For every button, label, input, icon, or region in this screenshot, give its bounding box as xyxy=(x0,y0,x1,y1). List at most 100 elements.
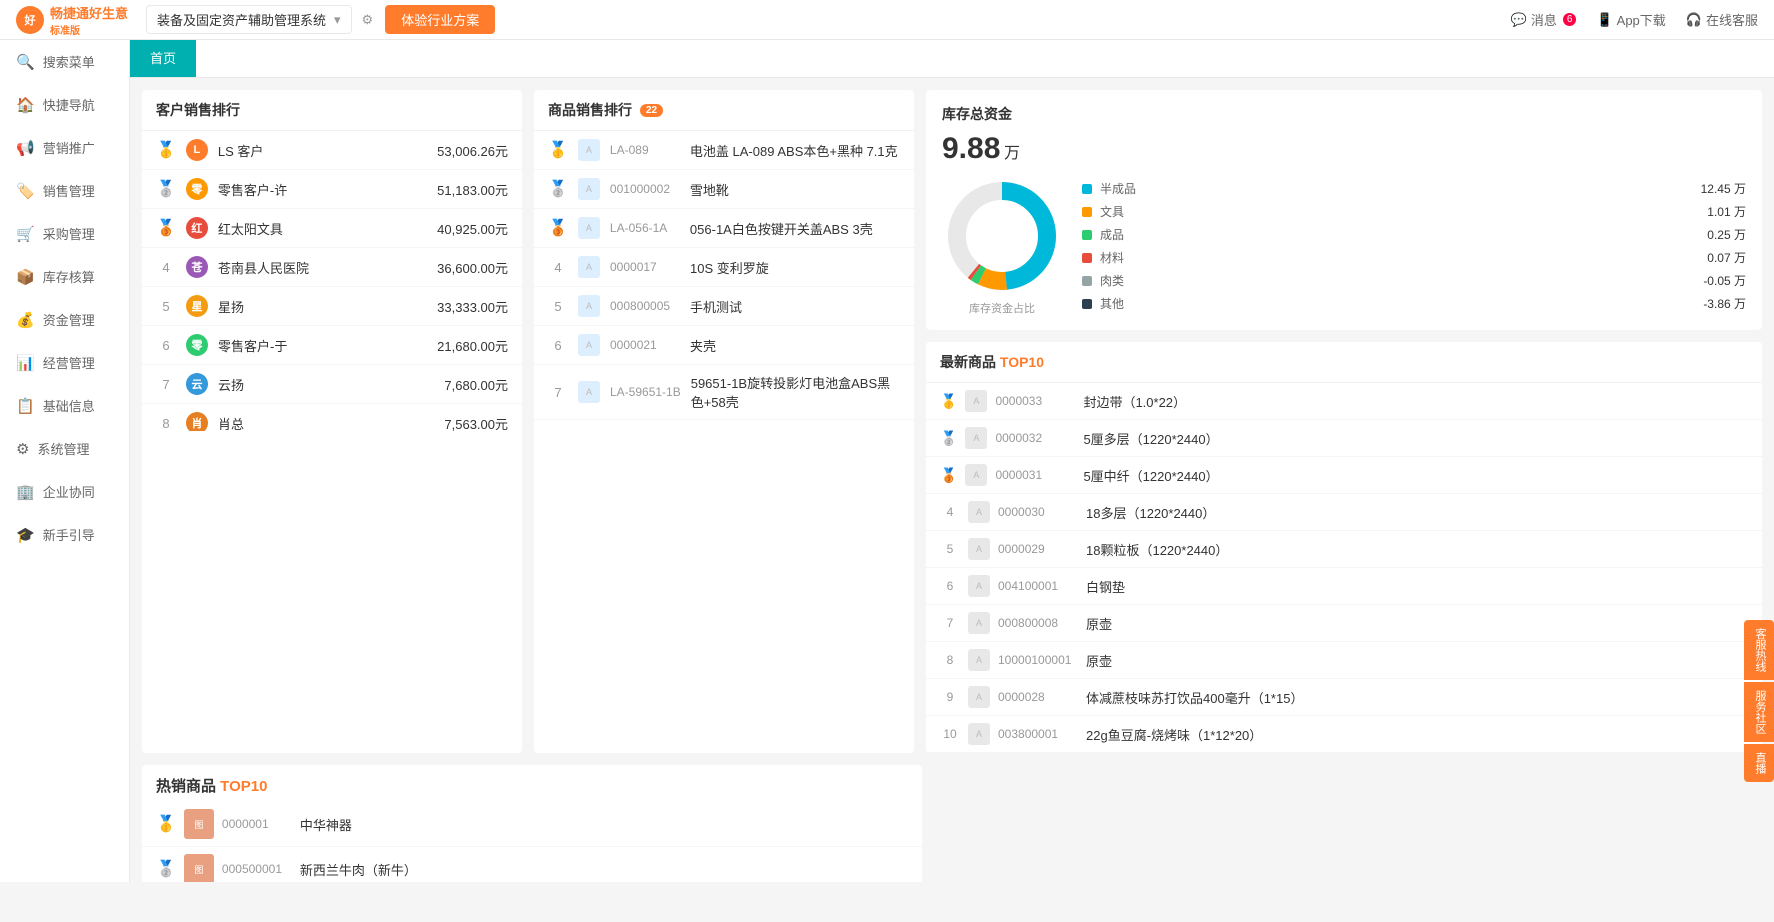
sales-rank-row: 🥈 零 零售客户-许 51,183.00元 xyxy=(142,170,522,209)
sidebar-item-guide[interactable]: 🎓 新手引导 xyxy=(0,513,129,556)
sidebar-item-inventory[interactable]: 📦 库存核算 xyxy=(0,255,129,298)
tab-home[interactable]: 首页 xyxy=(130,40,196,77)
header-right: 💬 消息 6 📱 App下载 🎧 在线客服 xyxy=(1511,10,1758,29)
sales-ranking-title: 客户销售排行 xyxy=(156,102,240,118)
legend-value: 0.25 万 xyxy=(1707,226,1746,243)
trial-button[interactable]: 体验行业方案 xyxy=(385,5,495,34)
float-btn-hotline[interactable]: 客服热线 xyxy=(1744,620,1774,680)
medal-icon: 🥈 xyxy=(940,430,957,447)
rank-number: 5 xyxy=(940,542,960,556)
product-rank-row: 🥇 A LA-089 电池盖 LA-089 ABS本色+黑种 7.1克 xyxy=(534,131,914,170)
newest-name: 原壶 xyxy=(1086,614,1748,633)
sidebar-item-nav[interactable]: 🏠 快捷导航 xyxy=(0,83,129,126)
sidebar-item-sales[interactable]: 🏷️ 销售管理 xyxy=(0,169,129,212)
legend-value: -0.05 万 xyxy=(1703,272,1746,289)
sidebar-item-base[interactable]: 📋 基础信息 xyxy=(0,384,129,427)
legend-item: 半成品 12.45 万 xyxy=(1082,180,1746,197)
legend-dot xyxy=(1082,253,1092,263)
app-download-item[interactable]: 📱 App下载 xyxy=(1596,10,1665,29)
newest-products-top: TOP10 xyxy=(1000,354,1044,370)
rank-number: 5 xyxy=(548,299,568,314)
rank-badge: 红 xyxy=(186,217,208,239)
sidebar-item-marketing[interactable]: 📢 营销推广 xyxy=(0,126,129,169)
product-code: LA-056-1A xyxy=(610,221,680,235)
newest-name: 体减蔗枝味苏打饮品400毫升（1*15） xyxy=(1086,688,1748,707)
inventory-icon: 📦 xyxy=(16,268,35,286)
newest-product-row: 5 A 0000029 18颗粒板（1220*2440） xyxy=(926,531,1762,568)
product-img: A xyxy=(578,217,600,239)
rank-badge: 零 xyxy=(186,178,208,200)
product-name: 雪地靴 xyxy=(690,180,900,199)
product-img: A xyxy=(578,256,600,278)
newest-img: A xyxy=(968,723,990,745)
float-btn-live[interactable]: 直播 xyxy=(1744,744,1774,782)
rank-number: 7 xyxy=(548,385,568,400)
rank-badge: 零 xyxy=(186,334,208,356)
online-service-label: 在线客服 xyxy=(1706,10,1758,29)
sidebar-item-purchase[interactable]: 🛒 采购管理 xyxy=(0,212,129,255)
product-ranking-rows: 🥇 A LA-089 电池盖 LA-089 ABS本色+黑种 7.1克 🥈 A … xyxy=(534,131,914,420)
product-ranking-header: 商品销售排行 22 xyxy=(534,90,914,131)
product-rank-row: 4 A 0000017 10S 变利罗旋 xyxy=(534,248,914,287)
sidebar-item-search[interactable]: 🔍 搜索菜单 xyxy=(0,40,129,83)
rank-number: 4 xyxy=(156,260,176,275)
sidebar-item-operations[interactable]: 📊 经营管理 xyxy=(0,341,129,384)
nav-tabs: 首页 xyxy=(130,40,1774,78)
rank-amount: 7,563.00元 xyxy=(444,414,508,432)
sales-icon: 🏷️ xyxy=(16,182,35,200)
sidebar-label-base: 基础信息 xyxy=(43,396,95,415)
inventory-top: 库存总资金 xyxy=(942,104,1746,124)
sidebar-item-system[interactable]: ⚙ 系统管理 xyxy=(0,427,129,470)
product-name: 夹壳 xyxy=(690,336,900,355)
newest-code: 0000031 xyxy=(995,468,1075,482)
purchase-icon: 🛒 xyxy=(16,225,35,243)
product-name: 手机测试 xyxy=(690,297,900,316)
system-select[interactable]: 装备及固定资产辅助管理系统 ▾ xyxy=(146,5,352,34)
sidebar-label-operations: 经营管理 xyxy=(43,353,95,372)
system-icon: ⚙ xyxy=(16,440,29,458)
rank-name: 红太阳文具 xyxy=(218,219,427,238)
sidebar-item-finance[interactable]: 💰 资金管理 xyxy=(0,298,129,341)
medal-icon: 🥈 xyxy=(156,179,176,199)
sidebar-label-finance: 资金管理 xyxy=(43,310,95,329)
newest-name: 白钢垫 xyxy=(1086,577,1748,596)
message-item[interactable]: 💬 消息 6 xyxy=(1511,10,1577,29)
phone-icon: 📱 xyxy=(1596,12,1612,28)
rank-name: 星扬 xyxy=(218,297,427,316)
inventory-unit: 万 xyxy=(1004,145,1020,162)
rank-name: 零售客户-于 xyxy=(218,336,427,355)
logo-text: 畅捷通好生意 标准版 xyxy=(50,3,128,37)
product-code: LA-59651-1B xyxy=(610,385,681,399)
newest-name: 18多层（1220*2440） xyxy=(1086,503,1748,522)
guide-icon: 🎓 xyxy=(16,526,35,544)
rank-badge: 肖 xyxy=(186,412,208,431)
rank-name: LS 客户 xyxy=(218,141,427,160)
product-img: A xyxy=(578,178,600,200)
float-service: 客服热线 服务社区 直播 xyxy=(1744,620,1774,782)
newest-product-row: 4 A 0000030 18多层（1220*2440） xyxy=(926,494,1762,531)
legend-label: 其他 xyxy=(1100,295,1695,312)
sidebar: 🔍 搜索菜单 🏠 快捷导航 📢 营销推广 🏷️ 销售管理 🛒 采购管理 📦 库存… xyxy=(0,40,130,882)
rank-number: 6 xyxy=(940,579,960,593)
chart-area: 库存资金占比 半成品 12.45 万 文具 1.01 万 成品 0.25 万 材… xyxy=(942,176,1746,316)
online-service-item[interactable]: 🎧 在线客服 xyxy=(1686,10,1758,29)
rank-name: 苍南县人民医院 xyxy=(218,258,427,277)
dropdown-icon: ▾ xyxy=(334,12,341,28)
rank-number: 8 xyxy=(940,653,960,667)
message-icon: 💬 xyxy=(1511,12,1527,28)
float-btn-community[interactable]: 服务社区 xyxy=(1744,682,1774,742)
legend-dot xyxy=(1082,207,1092,217)
medal-icon: 🥈 xyxy=(548,179,568,199)
legend-value: 1.01 万 xyxy=(1707,203,1746,220)
rank-number: 5 xyxy=(156,299,176,314)
newest-name: 5厘中纤（1220*2440） xyxy=(1083,466,1748,485)
sidebar-item-corp[interactable]: 🏢 企业协同 xyxy=(0,470,129,513)
rank-amount: 36,600.00元 xyxy=(437,258,508,277)
sales-rank-row: 5 星 星扬 33,333.00元 xyxy=(142,287,522,326)
legend-item: 材料 0.07 万 xyxy=(1082,249,1746,266)
newest-code: 0000030 xyxy=(998,505,1078,519)
settings-icon[interactable]: ⚙ xyxy=(362,12,374,28)
product-name: 59651-1B旋转投影灯电池盒ABS黑色+58壳 xyxy=(691,373,900,411)
rank-amount: 51,183.00元 xyxy=(437,180,508,199)
product-code: LA-089 xyxy=(610,143,680,157)
